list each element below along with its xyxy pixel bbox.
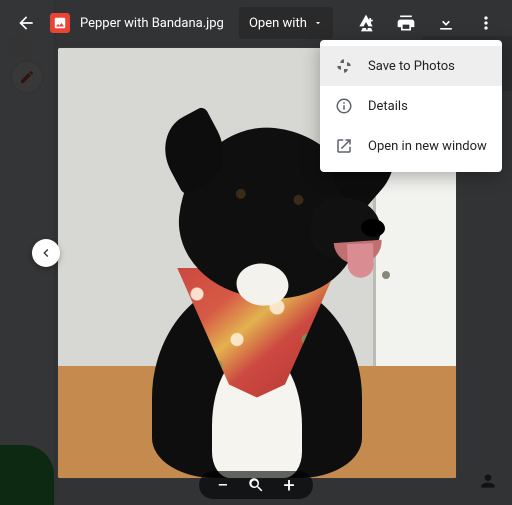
- more-options-menu: Save to Photos Details Open in new windo…: [320, 40, 502, 172]
- menu-save-to-photos[interactable]: Save to Photos: [320, 46, 502, 86]
- file-name: Pepper with Bandana.jpg: [80, 16, 224, 31]
- more-options-button[interactable]: [468, 5, 504, 41]
- add-to-drive-button[interactable]: [348, 5, 384, 41]
- download-icon: [436, 13, 456, 33]
- open-with-label: Open with: [249, 16, 307, 31]
- chevron-left-icon: [38, 245, 54, 261]
- image-icon: [53, 16, 67, 30]
- collapse-panel-button[interactable]: [32, 239, 60, 267]
- info-icon: [334, 96, 354, 116]
- menu-label: Details: [368, 99, 408, 114]
- print-icon: [396, 13, 416, 33]
- arrow-back-icon: [16, 13, 36, 33]
- zoom-controls: − +: [199, 471, 313, 499]
- back-button[interactable]: [8, 5, 44, 41]
- add-to-drive-icon: [356, 13, 376, 33]
- caret-down-icon: [313, 18, 323, 28]
- file-type-icon: [50, 13, 70, 33]
- print-button[interactable]: [388, 5, 424, 41]
- menu-open-new-window[interactable]: Open in new window: [320, 126, 502, 166]
- google-photos-icon: [334, 56, 354, 76]
- zoom-out-button[interactable]: −: [213, 475, 233, 495]
- more-vert-icon: [476, 13, 496, 33]
- menu-details[interactable]: Details: [320, 86, 502, 126]
- menu-label: Save to Photos: [368, 59, 455, 74]
- download-button[interactable]: [428, 5, 464, 41]
- open-with-button[interactable]: Open with: [239, 7, 333, 39]
- zoom-icon: [247, 476, 265, 494]
- open-in-new-icon: [334, 136, 354, 156]
- zoom-in-button[interactable]: +: [279, 475, 299, 495]
- menu-label: Open in new window: [368, 139, 487, 154]
- zoom-reset-button[interactable]: [247, 476, 265, 494]
